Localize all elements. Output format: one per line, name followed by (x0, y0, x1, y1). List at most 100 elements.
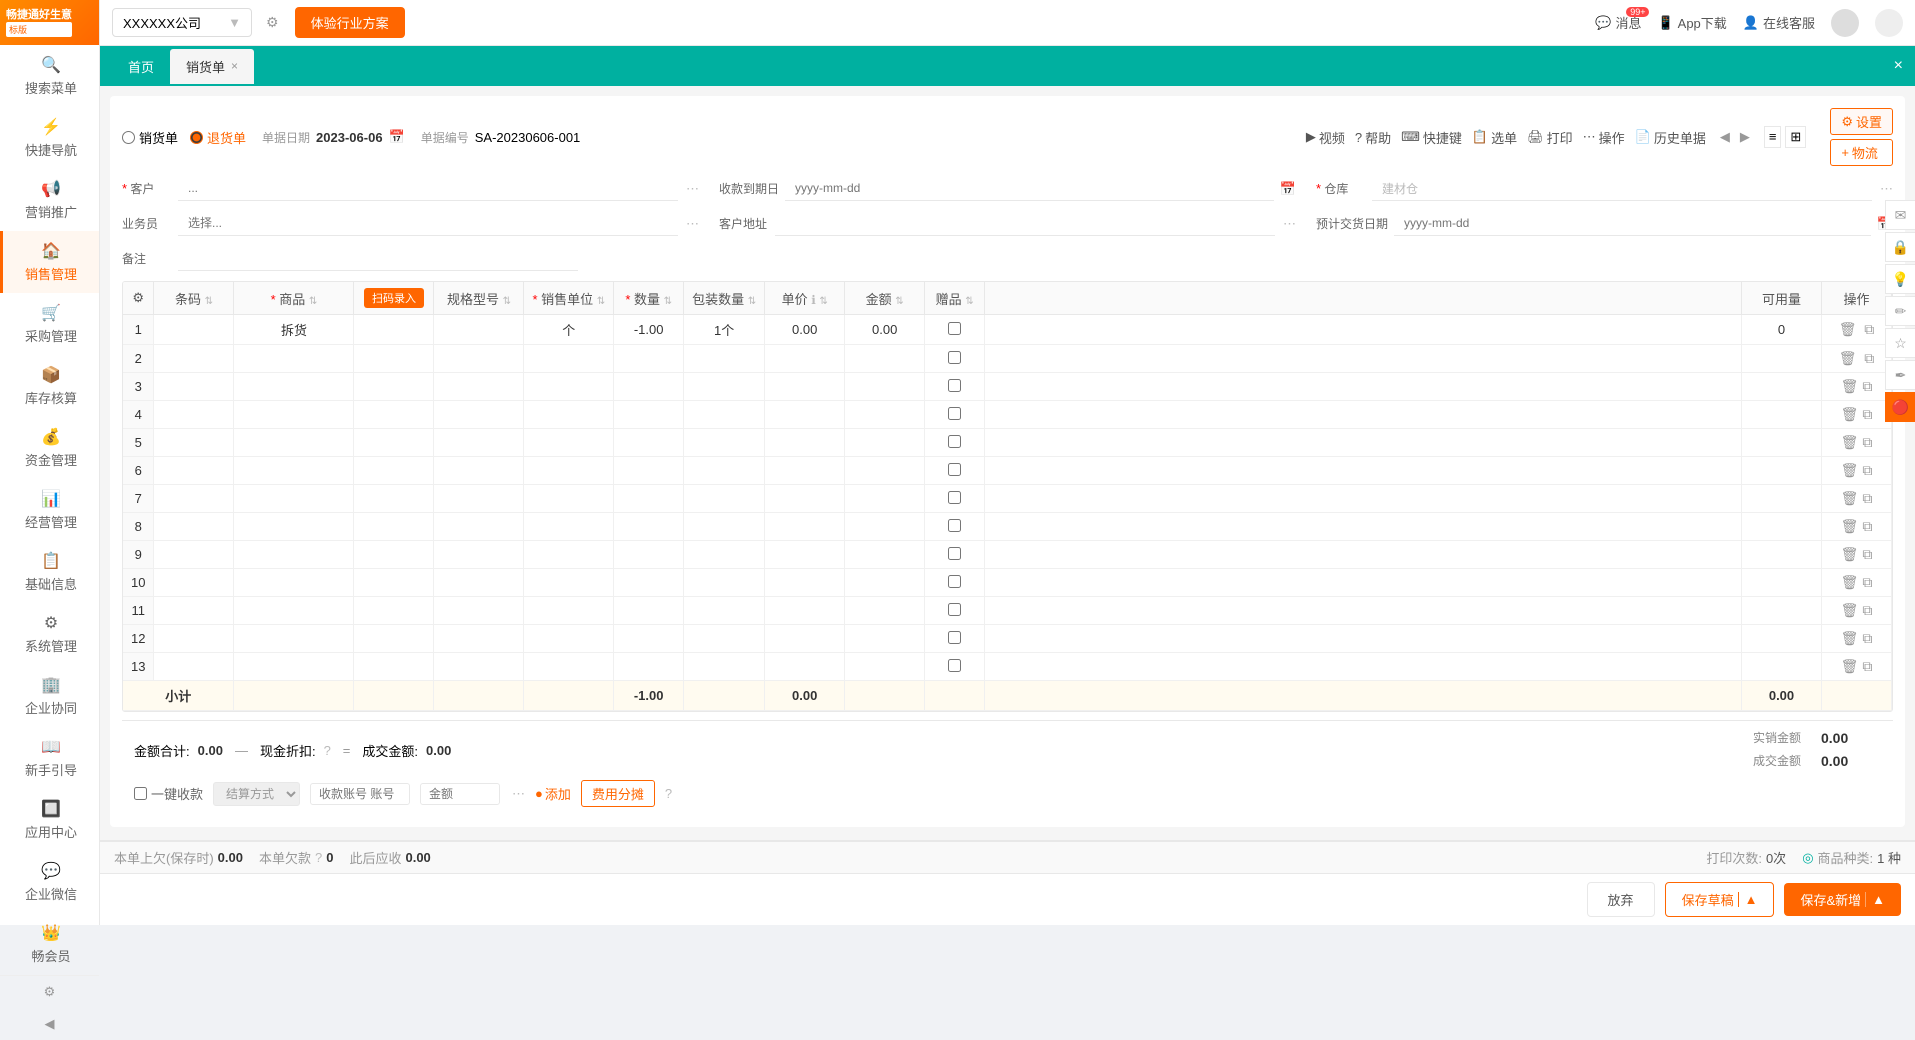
customer-input[interactable] (182, 178, 674, 198)
gift-checkbox-10[interactable] (948, 575, 961, 588)
float-bulb-btn[interactable]: 💡 (1885, 264, 1915, 294)
company-selector[interactable]: XXXXXX公司 ▼ (112, 8, 252, 37)
address-input-wrapper[interactable] (775, 211, 1275, 236)
row-quantity-3[interactable] (614, 373, 684, 401)
pay-method-select[interactable]: 结算方式 (213, 782, 300, 806)
gift-sort-icon[interactable]: ⇅ (965, 296, 973, 307)
price-sort-icon[interactable]: ⇅ (819, 296, 827, 307)
expected-date-input[interactable] (1398, 213, 1867, 233)
row-amount-3[interactable] (845, 373, 925, 401)
delete-row-12-button[interactable]: 🗑 (1839, 630, 1861, 647)
row-gift-2[interactable] (925, 345, 985, 373)
abandon-button[interactable]: 放弃 (1587, 882, 1655, 917)
notes-input-wrapper[interactable] (178, 246, 578, 271)
row-gift-3[interactable] (925, 373, 985, 401)
radio-sales-order[interactable]: 销货单 (122, 128, 178, 147)
sidebar-item-wechat[interactable]: 💬 企业微信 (0, 851, 99, 913)
delete-row-5-button[interactable]: 🗑 (1839, 434, 1861, 451)
delete-row-1-button[interactable]: 🗑 (1837, 321, 1859, 338)
copy-row-13-button[interactable]: ⧉ (1860, 658, 1874, 675)
float-edit-btn[interactable]: ✒ (1885, 360, 1915, 390)
row-spec-1[interactable] (434, 315, 524, 345)
row-gift-4[interactable] (925, 401, 985, 429)
save-new-button[interactable]: 保存&新增 ▲ (1784, 883, 1901, 916)
nav-next-icon[interactable]: ▶ (1736, 127, 1754, 147)
current-due-help[interactable]: ? (315, 850, 322, 865)
row-packqty-2[interactable] (684, 345, 765, 373)
row-unit-2[interactable] (524, 345, 614, 373)
app-download-button[interactable]: 📱 App下载 (1657, 13, 1726, 32)
copy-row-1-button[interactable]: ⧉ (1862, 321, 1876, 338)
product-sort-icon[interactable]: ⇅ (309, 296, 317, 307)
setting-button[interactable]: ⚙ 设置 (1830, 108, 1893, 135)
tab-home[interactable]: 首页 (112, 49, 170, 84)
customer-input-wrapper[interactable] (178, 176, 678, 201)
row-remark-2[interactable] (985, 345, 1742, 373)
delete-row-4-button[interactable]: 🗑 (1839, 406, 1861, 423)
row-barcode-1[interactable] (154, 315, 234, 345)
row-gift-7[interactable] (925, 485, 985, 513)
gift-checkbox-13[interactable] (948, 659, 961, 672)
settings-icon[interactable]: ⚙ (266, 14, 279, 31)
copy-row-9-button[interactable]: ⧉ (1860, 546, 1874, 563)
due-date-calendar-icon[interactable]: 📅 (1280, 181, 1296, 197)
gift-checkbox-1[interactable] (948, 322, 961, 335)
row-unit-1[interactable]: 个 (524, 315, 614, 345)
list-view-icon[interactable]: ≡ (1764, 126, 1782, 148)
row-spec-3[interactable] (434, 373, 524, 401)
copy-row-3-button[interactable]: ⧉ (1860, 378, 1874, 395)
save-draft-button[interactable]: 保存草稿 ▲ (1665, 882, 1775, 917)
sidebar-item-purchase[interactable]: 🛒 采购管理 (0, 293, 99, 355)
toolbar-video[interactable]: ▶ 视频 (1306, 128, 1345, 147)
price-info-icon[interactable]: ℹ (811, 293, 816, 307)
row-product-3[interactable] (234, 373, 354, 401)
gift-checkbox-8[interactable] (948, 519, 961, 532)
radio-return-order[interactable]: 退货单 (190, 128, 246, 147)
account-more-icon[interactable]: ⋯ (512, 786, 525, 802)
row-price-1[interactable]: 0.00 (765, 315, 845, 345)
row-product-1[interactable]: 拆货 (234, 315, 354, 345)
copy-row-10-button[interactable]: ⧉ (1860, 574, 1874, 591)
barcode-sort-icon[interactable]: ⇅ (205, 296, 213, 307)
expense-help-icon[interactable]: ? (665, 786, 672, 801)
warehouse-more-icon[interactable]: ⋯ (1880, 181, 1893, 197)
tab-sales-order[interactable]: 销货单 × (170, 49, 254, 84)
radio-sales-input[interactable] (122, 131, 135, 144)
row-price-2[interactable] (765, 345, 845, 373)
unit-sort-icon[interactable]: ⇅ (597, 296, 605, 307)
copy-row-4-button[interactable]: ⧉ (1860, 406, 1874, 423)
row-quantity-2[interactable] (614, 345, 684, 373)
copy-row-5-button[interactable]: ⧉ (1860, 434, 1874, 451)
sidebar-item-enterprise[interactable]: 🏢 企业协同 (0, 665, 99, 727)
gift-checkbox-3[interactable] (948, 379, 961, 392)
radio-return-input[interactable] (190, 131, 203, 144)
expense-button[interactable]: 费用分摊 (581, 780, 655, 807)
row-gift-9[interactable] (925, 541, 985, 569)
float-mail-btn[interactable]: ✉ (1885, 200, 1915, 230)
row-price-3[interactable] (765, 373, 845, 401)
salesperson-more-icon[interactable]: ⋯ (686, 216, 699, 232)
row-gift-13[interactable] (925, 653, 985, 681)
customer-more-icon[interactable]: ⋯ (686, 181, 699, 197)
date-calendar-icon[interactable]: 📅 (389, 129, 405, 145)
copy-row-2-button[interactable]: ⧉ (1862, 350, 1876, 367)
delete-row-7-button[interactable]: 🗑 (1839, 490, 1861, 507)
delete-row-13-button[interactable]: 🗑 (1839, 658, 1861, 675)
user-avatar2[interactable] (1875, 9, 1903, 37)
gift-checkbox-6[interactable] (948, 463, 961, 476)
row-barcode-2[interactable] (154, 345, 234, 373)
th-settings[interactable]: ⚙ (123, 282, 154, 315)
sidebar-item-finance[interactable]: 💰 资金管理 (0, 417, 99, 479)
row-gift-8[interactable] (925, 513, 985, 541)
row-quantity-1[interactable]: -1.00 (614, 315, 684, 345)
amount-sort-icon[interactable]: ⇅ (895, 296, 903, 307)
copy-row-6-button[interactable]: ⧉ (1860, 462, 1874, 479)
sidebar-item-inventory[interactable]: 📦 库存核算 (0, 355, 99, 417)
row-packqty-3[interactable] (684, 373, 765, 401)
tabbar-close-icon[interactable]: × (1894, 57, 1903, 75)
tab-close-icon[interactable]: × (231, 59, 238, 73)
grid-view-icon[interactable]: ⊞ (1785, 126, 1806, 148)
copy-row-7-button[interactable]: ⧉ (1860, 490, 1874, 507)
sidebar-item-member[interactable]: 👑 畅会员 (0, 913, 99, 975)
expected-date-input-wrapper[interactable] (1394, 211, 1871, 236)
